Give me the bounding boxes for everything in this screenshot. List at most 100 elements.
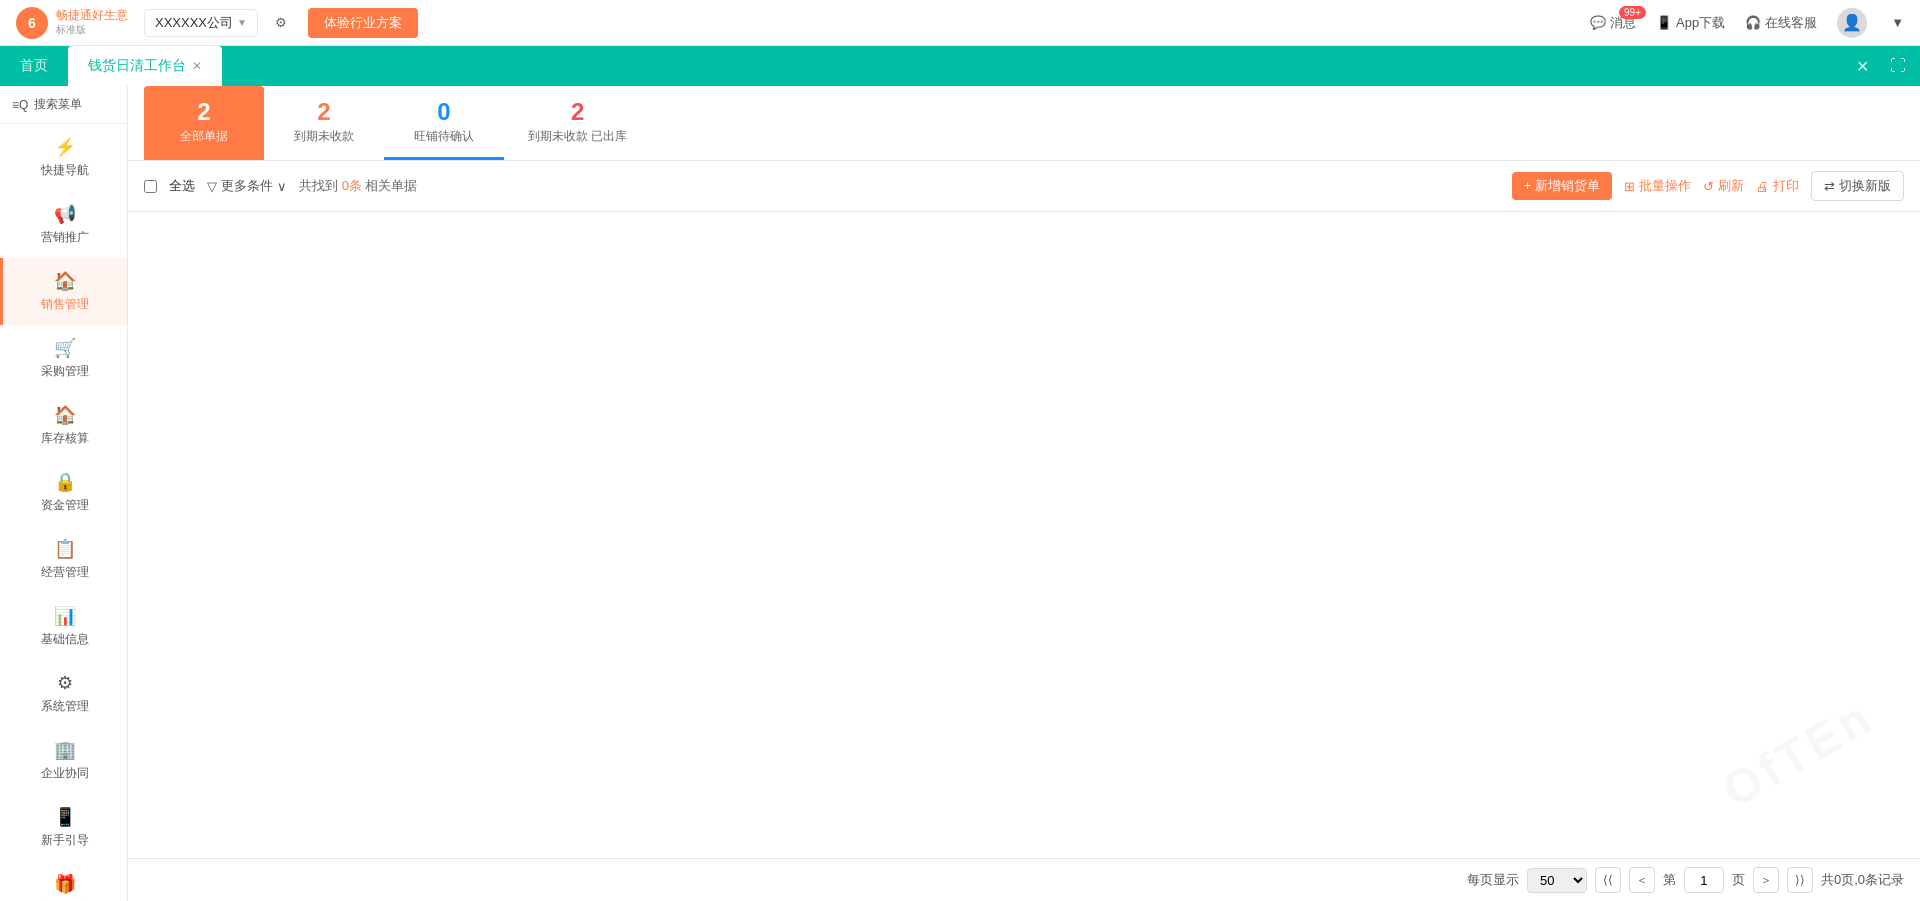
batch-operations-button[interactable]: ⊞ 批量操作 bbox=[1624, 177, 1691, 195]
sidebar-item-operations[interactable]: 📋 经营管理 bbox=[0, 526, 127, 593]
sidebar-item-purchase[interactable]: 🛒 采购管理 bbox=[0, 325, 127, 392]
messages-badge: 99+ bbox=[1619, 6, 1646, 19]
next-page-button[interactable]: ＞ bbox=[1753, 867, 1779, 893]
username-area[interactable]: ▼ bbox=[1887, 15, 1904, 30]
nav-tabs-right: ✕ ⛶ bbox=[1848, 52, 1920, 80]
sidebar-item-appstore[interactable]: 🎁 应用中心 bbox=[0, 861, 127, 901]
app-download-button[interactable]: 📱 App下载 bbox=[1656, 14, 1725, 32]
settings-icon: ⚙ bbox=[57, 672, 73, 694]
last-page-button[interactable]: ⟩⟩ bbox=[1787, 867, 1813, 893]
header-right: 💬 消息 99+ 📱 App下载 🎧 在线客服 👤 ▼ bbox=[1590, 8, 1904, 38]
stats-overdue-shipped-count: 2 bbox=[571, 98, 584, 126]
cart-icon: 🛒 bbox=[54, 337, 76, 359]
found-count: 0条 bbox=[342, 178, 362, 193]
trial-button[interactable]: 体验行业方案 bbox=[308, 8, 418, 38]
sidebar-item-newbie[interactable]: 📱 新手引导 bbox=[0, 794, 127, 861]
avatar[interactable]: 👤 bbox=[1837, 8, 1867, 38]
prev-page-button[interactable]: ＜ bbox=[1629, 867, 1655, 893]
total-records-text: 共0页,0条记录 bbox=[1821, 871, 1904, 889]
stats-tabs: 2 全部单据 2 到期未收款 0 旺铺待确认 2 到期未收款 已出库 bbox=[128, 86, 1920, 161]
stats-tab-overdue-shipped[interactable]: 2 到期未收款 已出库 bbox=[504, 86, 651, 160]
toolbar: 全选 ▽ 更多条件 ∨ 共找到 0条 相关单据 + 新增销货单 ⊞ 批量操作 bbox=[128, 161, 1920, 212]
stats-overdue-count: 2 bbox=[317, 98, 330, 126]
settings-button[interactable]: ⚙ bbox=[266, 8, 296, 38]
tab-close-icon[interactable]: ✕ bbox=[192, 59, 202, 73]
stats-wangpu-label: 旺铺待确认 bbox=[414, 128, 474, 145]
tab-workbench-label: 钱货日清工作台 bbox=[88, 57, 186, 75]
user-icon: 👤 bbox=[1842, 13, 1862, 32]
main-layout: ≡Q 搜索菜单 ⚡ 快捷导航 📢 营销推广 🏠 销售管理 🛒 采购管理 🏠 库存… bbox=[0, 86, 1920, 901]
megaphone-icon: 📢 bbox=[54, 203, 76, 225]
guide-icon: 📱 bbox=[54, 806, 76, 828]
building-icon: 🏢 bbox=[54, 739, 76, 761]
sidebar-item-basics[interactable]: 📊 基础信息 bbox=[0, 593, 127, 660]
content-area: 2 全部单据 2 到期未收款 0 旺铺待确认 2 到期未收款 已出库 全选 bbox=[128, 86, 1920, 901]
tab-home[interactable]: 首页 bbox=[0, 46, 68, 86]
stats-tab-overdue[interactable]: 2 到期未收款 bbox=[264, 86, 384, 160]
sidebar: ≡Q 搜索菜单 ⚡ 快捷导航 📢 营销推广 🏠 销售管理 🛒 采购管理 🏠 库存… bbox=[0, 86, 128, 901]
tab-expand-button[interactable]: ⛶ bbox=[1884, 52, 1912, 80]
home-icon: 🏠 bbox=[54, 270, 76, 292]
nav-tabs: 首页 钱货日清工作台 ✕ ✕ ⛶ bbox=[0, 46, 1920, 86]
add-sales-order-button[interactable]: + 新增销货单 bbox=[1512, 172, 1612, 200]
tab-home-label: 首页 bbox=[20, 57, 48, 75]
sidebar-item-enterprise[interactable]: 🏢 企业协同 bbox=[0, 727, 127, 794]
logo-text: 畅捷通好生意 bbox=[56, 8, 128, 24]
sidebar-item-system[interactable]: ⚙ 系统管理 bbox=[0, 660, 127, 727]
print-button[interactable]: 🖨 打印 bbox=[1756, 177, 1799, 195]
stats-overdue-shipped-label: 到期未收款 已出库 bbox=[528, 128, 627, 145]
table-area bbox=[128, 212, 1920, 858]
bell-icon: 💬 bbox=[1590, 15, 1606, 30]
print-icon: 🖨 bbox=[1756, 179, 1769, 194]
chevron-down-icon-user: ▼ bbox=[1891, 15, 1904, 30]
flash-icon: ⚡ bbox=[54, 136, 76, 158]
search-menu-item[interactable]: ≡Q 搜索菜单 bbox=[0, 86, 127, 124]
tab-workbench[interactable]: 钱货日清工作台 ✕ bbox=[68, 46, 222, 86]
gear-icon: ⚙ bbox=[275, 15, 287, 30]
sidebar-item-finance[interactable]: 🔒 资金管理 bbox=[0, 459, 127, 526]
warehouse-icon: 🏠 bbox=[54, 404, 76, 426]
lock-icon: 🔒 bbox=[54, 471, 76, 493]
tab-minimize-button[interactable]: ✕ bbox=[1848, 52, 1876, 80]
filter-icon: ▽ bbox=[207, 179, 217, 194]
switch-version-button[interactable]: ⇄ 切换新版 bbox=[1811, 171, 1904, 201]
download-icon: 📱 bbox=[1656, 15, 1672, 30]
top-header: 6 畅捷通好生意 标准版 XXXXXX公司 ▼ ⚙ 体验行业方案 💬 消息 99… bbox=[0, 0, 1920, 46]
stats-tab-all[interactable]: 2 全部单据 bbox=[144, 86, 264, 160]
gift-icon: 🎁 bbox=[54, 873, 76, 895]
stats-tab-wangpu[interactable]: 0 旺铺待确认 bbox=[384, 86, 504, 160]
stats-all-label: 全部单据 bbox=[180, 128, 228, 145]
clipboard-icon: 📋 bbox=[54, 538, 76, 560]
grid-icon: 📊 bbox=[54, 605, 76, 627]
sidebar-item-sales[interactable]: 🏠 销售管理 bbox=[0, 258, 127, 325]
online-service-button[interactable]: 🎧 在线客服 bbox=[1745, 14, 1817, 32]
headset-icon: 🎧 bbox=[1745, 15, 1761, 30]
page-suffix: 页 bbox=[1732, 871, 1745, 889]
refresh-icon: ↺ bbox=[1703, 179, 1714, 194]
stats-wangpu-count: 0 bbox=[437, 98, 450, 126]
page-label: 第 bbox=[1663, 871, 1676, 889]
toolbar-right: + 新增销货单 ⊞ 批量操作 ↺ 刷新 🖨 打印 ⇄ 切换新版 bbox=[1512, 171, 1904, 201]
select-all-checkbox[interactable] bbox=[144, 180, 157, 193]
refresh-button[interactable]: ↺ 刷新 bbox=[1703, 177, 1744, 195]
found-text: 共找到 0条 相关单据 bbox=[299, 177, 417, 195]
messages-button[interactable]: 💬 消息 99+ bbox=[1590, 14, 1636, 32]
sidebar-item-inventory[interactable]: 🏠 库存核算 bbox=[0, 392, 127, 459]
switch-icon: ⇄ bbox=[1824, 179, 1835, 194]
toolbar-left: 全选 ▽ 更多条件 ∨ 共找到 0条 相关单据 bbox=[144, 177, 1500, 195]
search-icon: ≡Q bbox=[12, 98, 28, 112]
logo-area: 6 畅捷通好生意 标准版 bbox=[16, 7, 144, 39]
chevron-down-icon: ▼ bbox=[237, 17, 247, 28]
company-name: XXXXXX公司 bbox=[155, 14, 233, 32]
chevron-down-icon-filter: ∨ bbox=[277, 179, 287, 194]
batch-icon: ⊞ bbox=[1624, 179, 1635, 194]
page-number-input[interactable] bbox=[1684, 867, 1724, 893]
company-selector[interactable]: XXXXXX公司 ▼ bbox=[144, 9, 258, 37]
per-page-select[interactable]: 50 20 100 bbox=[1527, 868, 1587, 893]
sidebar-item-marketing[interactable]: 📢 营销推广 bbox=[0, 191, 127, 258]
per-page-label: 每页显示 bbox=[1467, 871, 1519, 889]
filter-button[interactable]: ▽ 更多条件 ∨ bbox=[207, 177, 287, 195]
first-page-button[interactable]: ⟨⟨ bbox=[1595, 867, 1621, 893]
sidebar-item-quick-nav[interactable]: ⚡ 快捷导航 bbox=[0, 124, 127, 191]
select-all-label: 全选 bbox=[169, 177, 195, 195]
